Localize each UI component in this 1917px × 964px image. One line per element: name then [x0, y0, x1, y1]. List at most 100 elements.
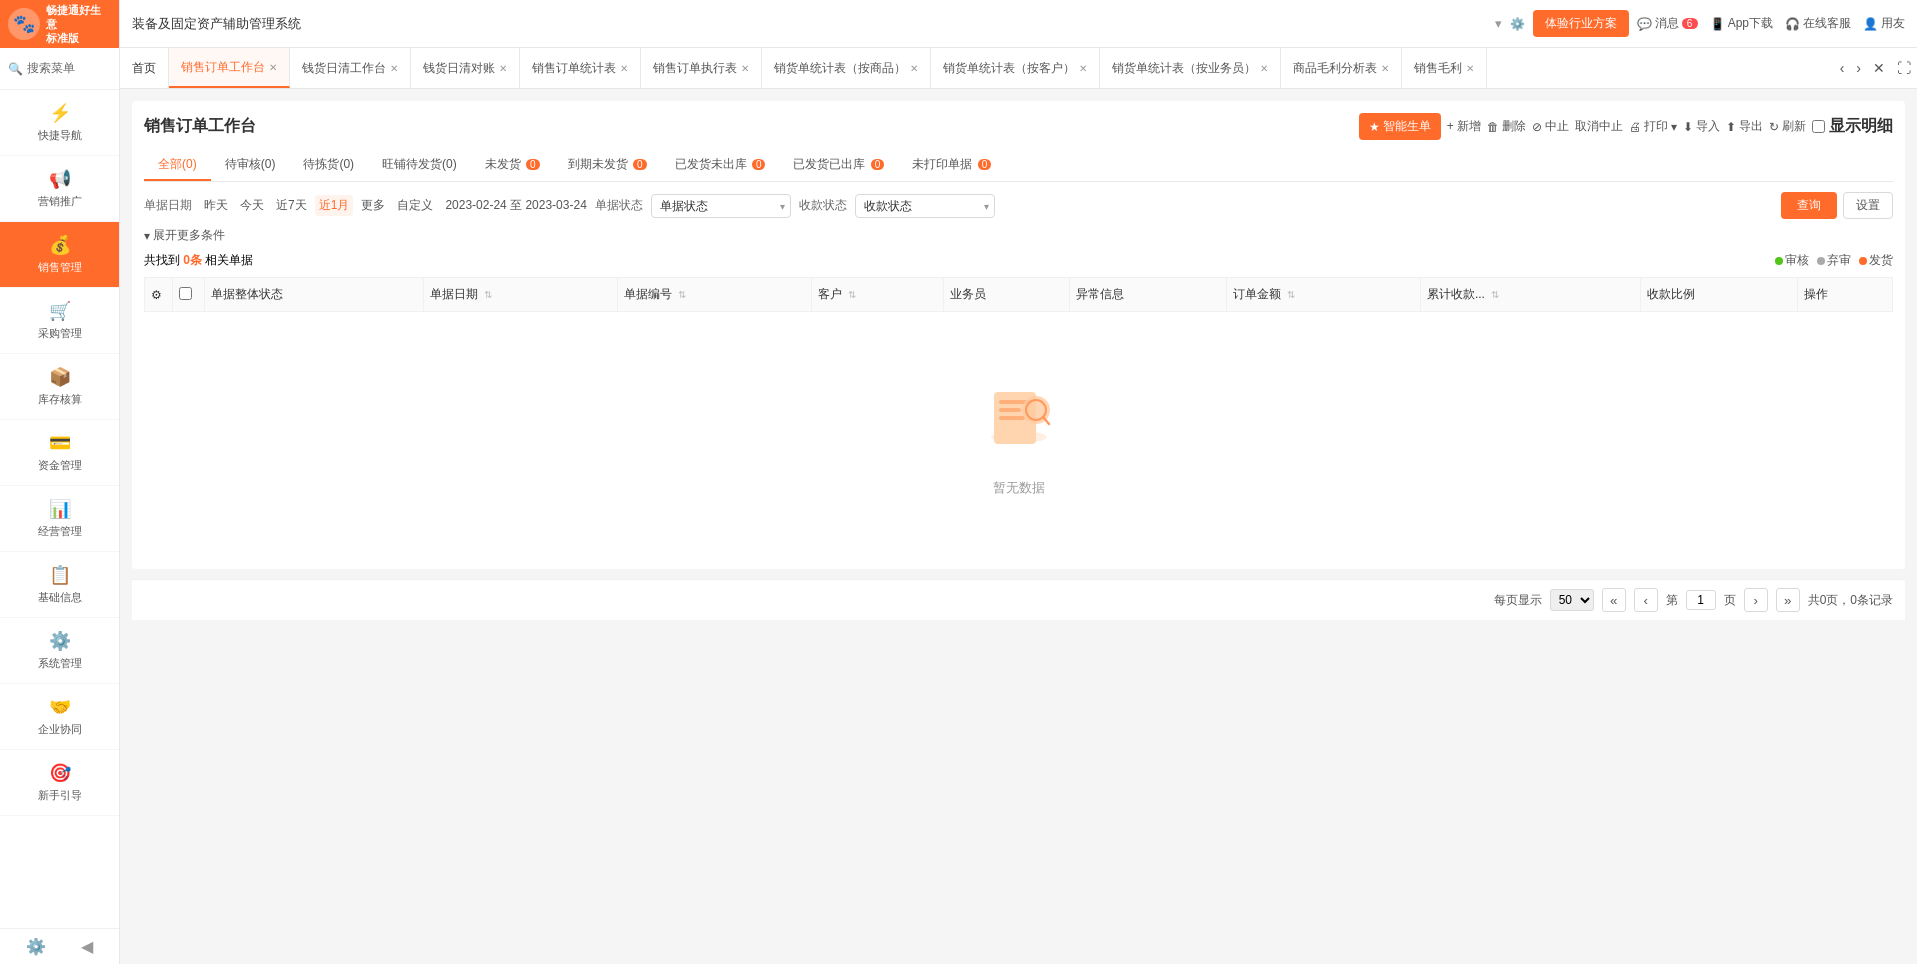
add-button[interactable]: + 新增: [1447, 113, 1481, 140]
export-button[interactable]: ⬆ 导出: [1726, 113, 1763, 140]
import-button[interactable]: ⬇ 导入: [1683, 113, 1720, 140]
sub-tab-shipped-out[interactable]: 已发货已出库 0: [779, 150, 898, 181]
tab-sales-gross[interactable]: 销售毛利 ✕: [1402, 48, 1487, 88]
status-select-wrap: 单据状态: [651, 194, 791, 218]
tab-fullscreen-button[interactable]: ⛶: [1891, 48, 1917, 88]
payment-select[interactable]: 收款状态: [855, 194, 995, 218]
total-records: 共0页，0条记录: [1808, 592, 1893, 609]
page-size-select[interactable]: 50: [1550, 589, 1594, 611]
sidebar-item-guide[interactable]: 🎯 新手引导: [0, 750, 119, 816]
review-action-button[interactable]: 审核: [1775, 252, 1809, 269]
tab-home[interactable]: 首页: [120, 48, 169, 88]
filter-row-expand: ▾ 展开更多条件: [144, 227, 1893, 244]
sub-tab-expired-not-shipped[interactable]: 到期未发货 0: [554, 150, 661, 181]
date-btn-more[interactable]: 更多: [357, 195, 389, 216]
tab-close-sales-summary-customer[interactable]: ✕: [1079, 63, 1087, 74]
date-btn-7days[interactable]: 近7天: [272, 195, 311, 216]
page-number-input[interactable]: [1686, 590, 1716, 610]
app-download-button[interactable]: 📱 App下载: [1710, 15, 1773, 32]
sub-tab-not-shipped[interactable]: 未发货 0: [471, 150, 554, 181]
tab-cash-daily[interactable]: 钱货日清工作台 ✕: [290, 48, 411, 88]
first-page-button[interactable]: «: [1602, 588, 1626, 612]
tab-cash-reconcile[interactable]: 钱货日清对账 ✕: [411, 48, 520, 88]
set-button[interactable]: 设置: [1843, 192, 1893, 219]
experience-button[interactable]: 体验行业方案: [1533, 10, 1629, 37]
settings-bottom-button[interactable]: ⚙️: [26, 937, 46, 956]
stop-button[interactable]: ⊘ 中止: [1532, 113, 1569, 140]
sidebar-item-basic-info[interactable]: 📋 基础信息: [0, 552, 119, 618]
customer-sort-icon: ⇅: [848, 289, 856, 300]
sidebar-item-marketing[interactable]: 📢 营销推广: [0, 156, 119, 222]
tab-scroll-left-button[interactable]: ‹: [1834, 48, 1851, 88]
table-count: 共找到 0条 相关单据: [144, 252, 253, 269]
tab-close-sales-workbench[interactable]: ✕: [269, 62, 277, 73]
date-btn-today[interactable]: 今天: [236, 195, 268, 216]
tab-close-sales-stat[interactable]: ✕: [620, 63, 628, 74]
ship-action-button[interactable]: 发货: [1859, 252, 1893, 269]
sidebar-item-inventory[interactable]: 📦 库存核算: [0, 354, 119, 420]
status-select[interactable]: 单据状态: [651, 194, 791, 218]
logo: 🐾 畅捷通好生意 标准版: [0, 0, 119, 48]
sub-tab-all[interactable]: 全部(0): [144, 150, 211, 181]
sidebar-item-operations[interactable]: 📊 经营管理: [0, 486, 119, 552]
query-action-group: 查询 设置: [1781, 192, 1893, 219]
not-shipped-badge: 0: [526, 159, 540, 170]
status-filter-label: 单据状态: [595, 197, 643, 214]
tab-sales-exec[interactable]: 销售订单执行表 ✕: [641, 48, 762, 88]
show-detail-checkbox[interactable]: [1812, 120, 1825, 133]
tab-sales-summary-staff[interactable]: 销货单统计表（按业务员） ✕: [1100, 48, 1281, 88]
select-all-checkbox[interactable]: [179, 287, 192, 300]
sub-tab-pending-review[interactable]: 待审核(0): [211, 150, 290, 181]
sidebar-item-cooperation[interactable]: 🤝 企业协同: [0, 684, 119, 750]
print-button[interactable]: 🖨 打印 ▾: [1629, 113, 1677, 140]
online-service-button[interactable]: 🎧 在线客服: [1785, 15, 1851, 32]
tab-close-all-button[interactable]: ✕: [1867, 48, 1891, 88]
date-btn-custom[interactable]: 自定义: [393, 195, 437, 216]
sidebar-item-finance[interactable]: 💳 资金管理: [0, 420, 119, 486]
sub-tab-wangpu[interactable]: 旺铺待发货(0): [368, 150, 471, 181]
operations-icon: 📊: [49, 498, 71, 520]
tab-sales-summary-customer[interactable]: 销货单统计表（按客户） ✕: [931, 48, 1100, 88]
tab-sales-stat[interactable]: 销售订单统计表 ✕: [520, 48, 641, 88]
sidebar-item-system[interactable]: ⚙️ 系统管理: [0, 618, 119, 684]
unreviewed-action-button[interactable]: 弃审: [1817, 252, 1851, 269]
smart-create-button[interactable]: ★ 智能生单: [1359, 113, 1441, 140]
sub-tab-shipped-not-out[interactable]: 已发货未出库 0: [661, 150, 780, 181]
sub-tab-pending-inspection[interactable]: 待拣货(0): [289, 150, 368, 181]
col-abnormal: 异常信息: [1069, 278, 1226, 312]
tab-close-gross-margin[interactable]: ✕: [1381, 63, 1389, 74]
tab-close-sales-summary-staff[interactable]: ✕: [1260, 63, 1268, 74]
show-detail-toggle[interactable]: 显示明细: [1812, 113, 1893, 140]
sidebar-item-quick-nav[interactable]: ⚡ 快捷导航: [0, 90, 119, 156]
tab-close-cash-reconcile[interactable]: ✕: [499, 63, 507, 74]
delete-button[interactable]: 🗑 删除: [1487, 113, 1526, 140]
sub-tab-not-printed[interactable]: 未打印单据 0: [898, 150, 1005, 181]
collapse-sidebar-button[interactable]: ◀: [81, 937, 93, 956]
tab-sales-summary-product[interactable]: 销货单统计表（按商品） ✕: [762, 48, 931, 88]
tab-close-sales-summary-product[interactable]: ✕: [910, 63, 918, 74]
query-button[interactable]: 查询: [1781, 192, 1837, 219]
date-btn-yesterday[interactable]: 昨天: [200, 195, 232, 216]
user-button[interactable]: 👤 用友: [1863, 15, 1905, 32]
cancel-stop-button[interactable]: 取消中止: [1575, 113, 1623, 140]
tab-gross-margin[interactable]: 商品毛利分析表 ✕: [1281, 48, 1402, 88]
tab-scroll-right-button[interactable]: ›: [1850, 48, 1867, 88]
sidebar-item-purchase[interactable]: 🛒 采购管理: [0, 288, 119, 354]
settings-header-button[interactable]: ⚙️: [1510, 17, 1525, 31]
sidebar-item-sales[interactable]: 💰 销售管理: [0, 222, 119, 288]
tab-close-sales-gross[interactable]: ✕: [1466, 63, 1474, 74]
refresh-icon: ↻: [1769, 120, 1779, 134]
date-btn-1month[interactable]: 近1月: [315, 195, 354, 216]
refresh-button[interactable]: ↻ 刷新: [1769, 113, 1806, 140]
tab-sales-workbench[interactable]: 销售订单工作台 ✕: [169, 48, 290, 88]
tab-close-cash-daily[interactable]: ✕: [390, 63, 398, 74]
prev-page-button[interactable]: ‹: [1634, 588, 1658, 612]
next-page-button[interactable]: ›: [1744, 588, 1768, 612]
search-menu-button[interactable]: 🔍 搜索菜单: [8, 56, 111, 81]
tab-close-sales-exec[interactable]: ✕: [741, 63, 749, 74]
message-button[interactable]: 💬 消息 6: [1637, 15, 1698, 32]
last-page-button[interactable]: »: [1776, 588, 1800, 612]
sub-tabs: 全部(0) 待审核(0) 待拣货(0) 旺铺待发货(0) 未发货 0 到期未发货: [144, 150, 1893, 182]
expand-conditions-button[interactable]: ▾ 展开更多条件: [144, 227, 225, 244]
date-options: 昨天 今天 近7天 近1月 更多 自定义: [200, 195, 437, 216]
